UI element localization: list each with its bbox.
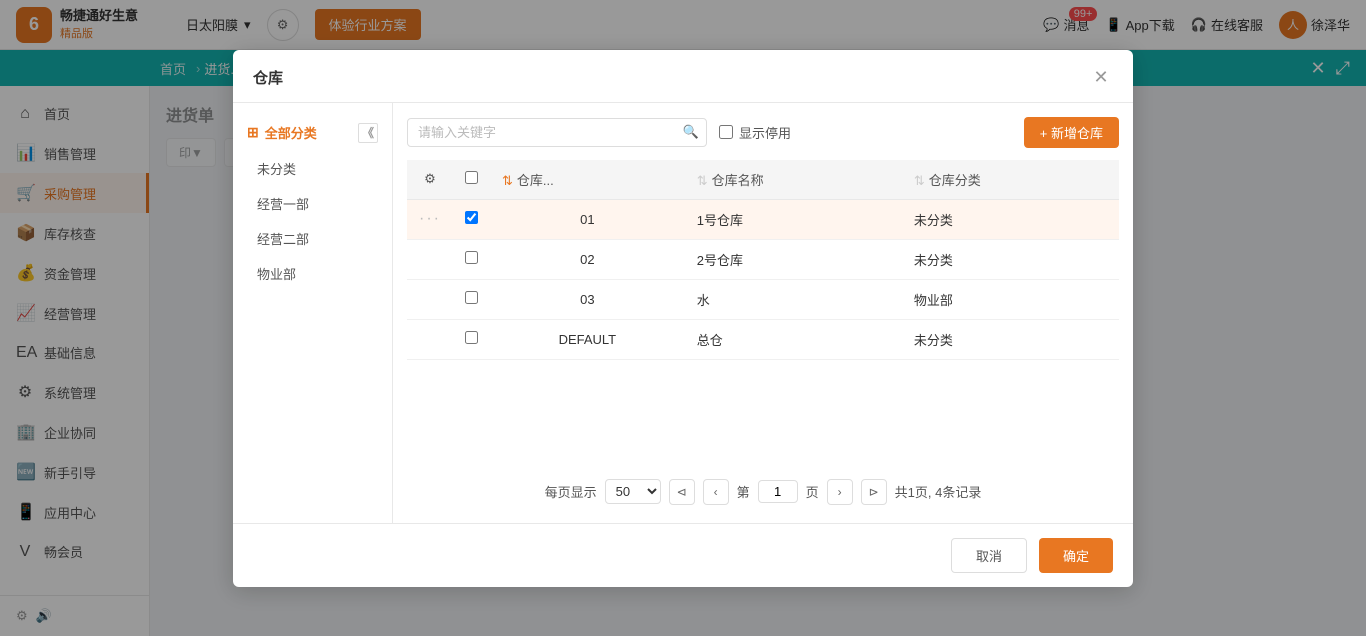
- confirm-button[interactable]: 确定: [1039, 538, 1113, 573]
- table-head: ⚙ ⇅仓库... ⇅仓库名称 ⇅仓库分类: [407, 160, 1119, 200]
- show-disabled-text: 显示停用: [739, 123, 791, 142]
- row-name-3: 总仓: [685, 319, 902, 359]
- row-code-1: 02: [490, 239, 685, 279]
- category-panel: ⊞ 全部分类 《 未分类经营一部经营二部物业部: [233, 103, 393, 523]
- table-row[interactable]: 03 水 物业部: [407, 279, 1119, 319]
- row-settings-icon-2: [407, 279, 453, 319]
- row-checkbox-cell-2: [453, 279, 490, 319]
- prev-page-button[interactable]: ‹: [703, 479, 729, 505]
- modal-footer: 取消 确定: [233, 523, 1133, 587]
- table-row[interactable]: DEFAULT 总仓 未分类: [407, 319, 1119, 359]
- row-checkbox-cell-3: [453, 319, 490, 359]
- show-disabled-label[interactable]: 显示停用: [719, 123, 791, 142]
- row-category-3: 未分类: [902, 319, 1119, 359]
- total-info: 共1页, 4条记录: [895, 482, 982, 501]
- row-checkbox-cell-1: [453, 239, 490, 279]
- cancel-button[interactable]: 取消: [951, 538, 1027, 573]
- page-number-input[interactable]: [758, 480, 798, 503]
- category-item-0[interactable]: 未分类: [233, 151, 392, 186]
- row-name-2: 水: [685, 279, 902, 319]
- row-code-3: DEFAULT: [490, 319, 685, 359]
- modal-header: 仓库 ✕: [233, 50, 1133, 103]
- row-category-1: 未分类: [902, 239, 1119, 279]
- pagination-bar: 每页显示 501020100 ⊲ ‹ 第 页 › ⊳ 共1页, 4条记录: [407, 467, 1119, 509]
- category-item-3[interactable]: 物业部: [233, 256, 392, 291]
- table-row[interactable]: 02 2号仓库 未分类: [407, 239, 1119, 279]
- page-size-select[interactable]: 501020100: [605, 479, 661, 504]
- category-items: 未分类经营一部经营二部物业部: [233, 151, 392, 291]
- row-checkbox-0[interactable]: [465, 211, 478, 224]
- grid-icon: ⊞: [247, 124, 259, 141]
- select-all-checkbox[interactable]: [465, 171, 478, 184]
- row-category-0: 未分类: [902, 199, 1119, 239]
- col-category: ⇅仓库分类: [902, 160, 1119, 200]
- category-item-1[interactable]: 经营一部: [233, 186, 392, 221]
- first-page-button[interactable]: ⊲: [669, 479, 695, 505]
- row-settings-icon-3: [407, 319, 453, 359]
- show-disabled-checkbox[interactable]: [719, 125, 733, 139]
- category-item-2[interactable]: 经营二部: [233, 221, 392, 256]
- modal-title: 仓库: [253, 67, 283, 88]
- table-row[interactable]: ··· 01 1号仓库 未分类: [407, 199, 1119, 239]
- col-settings: ⚙: [407, 160, 453, 200]
- row-checkbox-cell-0: [453, 199, 490, 239]
- all-categories-label: 全部分类: [265, 123, 317, 142]
- all-categories-item[interactable]: ⊞ 全部分类 《: [233, 115, 392, 151]
- row-settings-icon-0: ···: [407, 199, 453, 239]
- col-name: ⇅仓库名称: [685, 160, 902, 200]
- search-wrap: 🔍: [407, 118, 707, 147]
- table-panel: 🔍 显示停用 + 新增仓库 ⚙: [393, 103, 1133, 523]
- search-icon[interactable]: 🔍: [683, 124, 699, 140]
- page-label: 第: [737, 482, 750, 501]
- table-body: ··· 01 1号仓库 未分类 02 2号仓库 未分类 03 水 物业部: [407, 199, 1119, 359]
- col-code: ⇅仓库...: [490, 160, 685, 200]
- collapse-panel-button[interactable]: 《: [358, 123, 378, 143]
- sort-icon-3: ⇅: [914, 173, 925, 188]
- add-warehouse-button[interactable]: + 新增仓库: [1024, 117, 1119, 148]
- page-unit: 页: [806, 482, 819, 501]
- next-page-button[interactable]: ›: [827, 479, 853, 505]
- col-checkbox: [453, 160, 490, 200]
- row-name-1: 2号仓库: [685, 239, 902, 279]
- row-code-2: 03: [490, 279, 685, 319]
- row-options-btn[interactable]: ···: [419, 210, 441, 227]
- row-category-2: 物业部: [902, 279, 1119, 319]
- warehouse-modal: 仓库 ✕ ⊞ 全部分类 《 未分类经营一部经营二部物业部: [233, 50, 1133, 587]
- last-page-button[interactable]: ⊳: [861, 479, 887, 505]
- sort-icon-2: ⇅: [697, 173, 708, 188]
- search-input[interactable]: [407, 118, 707, 147]
- row-code-0: 01: [490, 199, 685, 239]
- row-checkbox-2[interactable]: [465, 291, 478, 304]
- row-name-0: 1号仓库: [685, 199, 902, 239]
- table-header-row: ⚙ ⇅仓库... ⇅仓库名称 ⇅仓库分类: [407, 160, 1119, 200]
- per-page-label: 每页显示: [545, 482, 597, 501]
- row-settings-icon-1: [407, 239, 453, 279]
- table-toolbar: 🔍 显示停用 + 新增仓库: [407, 117, 1119, 148]
- warehouse-table: ⚙ ⇅仓库... ⇅仓库名称 ⇅仓库分类: [407, 160, 1119, 360]
- row-checkbox-3[interactable]: [465, 331, 478, 344]
- sort-icon: ⇅: [502, 173, 513, 188]
- modal-close-button[interactable]: ✕: [1089, 66, 1113, 90]
- table-container: ⚙ ⇅仓库... ⇅仓库名称 ⇅仓库分类: [407, 160, 1119, 467]
- modal-body: ⊞ 全部分类 《 未分类经营一部经营二部物业部 🔍: [233, 103, 1133, 523]
- row-checkbox-1[interactable]: [465, 251, 478, 264]
- modal-overlay: 仓库 ✕ ⊞ 全部分类 《 未分类经营一部经营二部物业部: [0, 0, 1366, 636]
